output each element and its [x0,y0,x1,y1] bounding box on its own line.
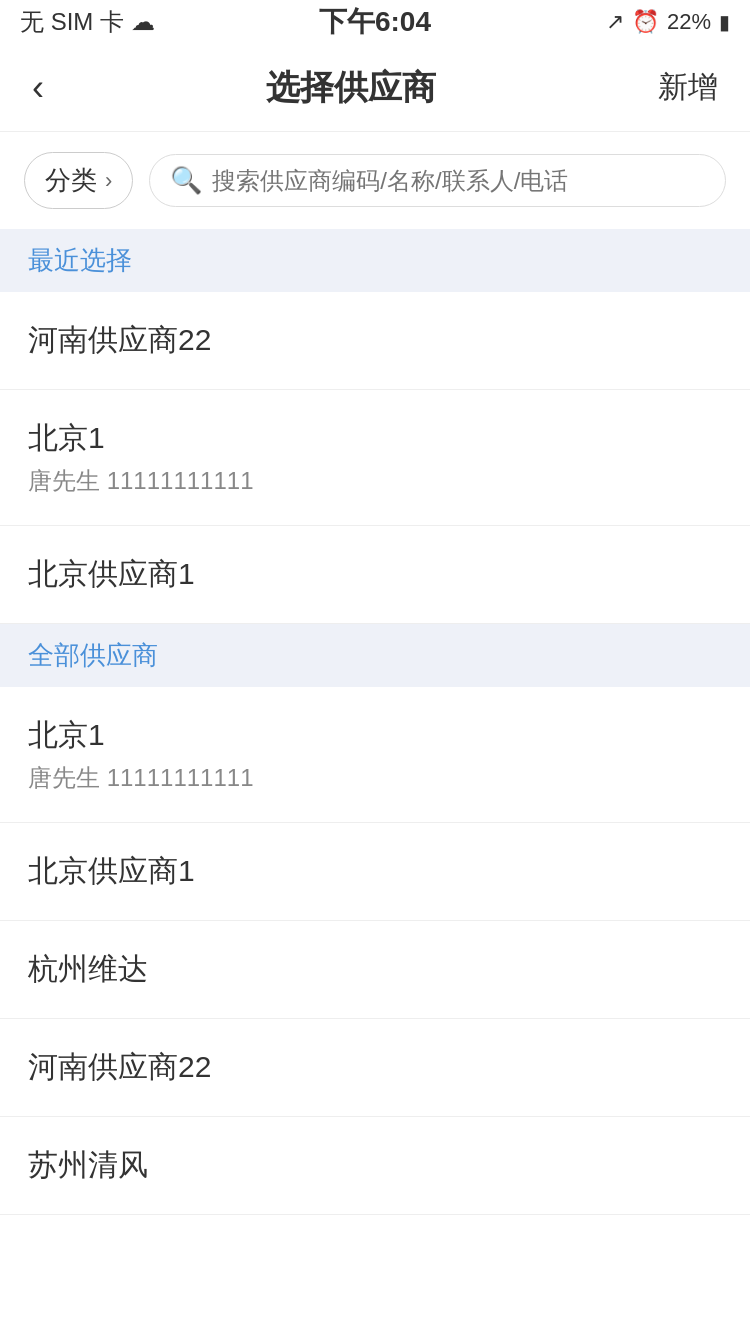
status-time: 下午6:04 [319,3,431,41]
location-icon: ↗ [606,9,624,35]
chevron-right-icon: › [105,168,112,194]
item-name: 北京供应商1 [28,554,722,595]
status-right: ↗ ⏰ 22% ▮ [606,9,730,35]
list-item[interactable]: 杭州维达 [0,921,750,1019]
item-name: 河南供应商22 [28,320,722,361]
item-name: 杭州维达 [28,949,722,990]
no-sim-text: 无 SIM 卡 ☁ [20,6,155,38]
list-item[interactable]: 河南供应商22 [0,292,750,390]
list-item[interactable]: 北京供应商1 [0,823,750,921]
list-item[interactable]: 北京供应商1 [0,526,750,624]
item-name: 河南供应商22 [28,1047,722,1088]
item-name: 北京1 [28,418,722,459]
nav-bar: ‹ 选择供应商 新增 [0,44,750,132]
item-sub: 唐先生 11111111111 [28,465,722,497]
section-header-0: 最近选择 [0,229,750,292]
search-input[interactable] [212,167,705,195]
add-button[interactable]: 新增 [658,67,718,108]
item-name: 北京供应商1 [28,851,722,892]
page-title: 选择供应商 [266,65,436,111]
filter-row: 分类 › 🔍 [0,132,750,229]
battery-text: 22% [667,9,711,35]
back-button[interactable]: ‹ [32,67,44,109]
list-item[interactable]: 苏州清风 [0,1117,750,1215]
category-button[interactable]: 分类 › [24,152,133,209]
sections-container: 最近选择河南供应商22 北京1 唐先生 11111111111 北京供应商1 全部供应商… [0,229,750,1215]
status-left: 无 SIM 卡 ☁ [20,6,155,38]
list-item[interactable]: 北京1 唐先生 11111111111 [0,687,750,823]
list-item[interactable]: 北京1 唐先生 11111111111 [0,390,750,526]
item-name: 北京1 [28,715,722,756]
list-item[interactable]: 河南供应商22 [0,1019,750,1117]
item-sub: 唐先生 11111111111 [28,762,722,794]
alarm-icon: ⏰ [632,9,659,35]
item-name: 苏州清风 [28,1145,722,1186]
section-header-1: 全部供应商 [0,624,750,687]
search-box[interactable]: 🔍 [149,154,726,207]
status-bar: 无 SIM 卡 ☁ 下午6:04 ↗ ⏰ 22% ▮ [0,0,750,44]
search-icon: 🔍 [170,165,202,196]
battery-icon: ▮ [719,10,730,34]
category-label: 分类 [45,163,97,198]
